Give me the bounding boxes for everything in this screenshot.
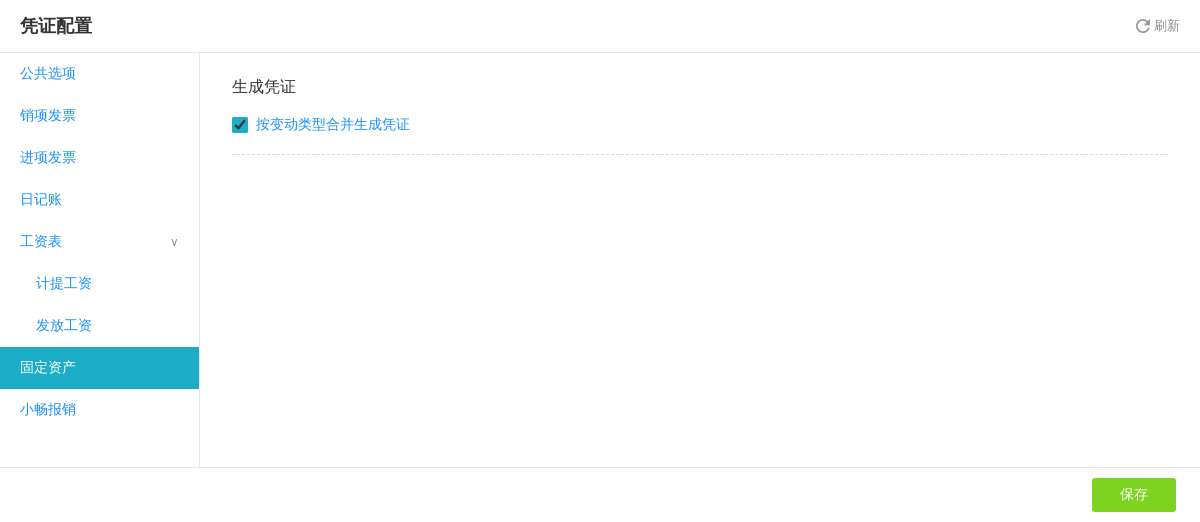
sidebar-item-label: 日记账 bbox=[20, 191, 62, 209]
body-layout: 公共选项销项发票进项发票日记账工资表 ∨ 计提工资发放工资固定资产小畅报销 生成凭证… bbox=[0, 53, 1200, 467]
main-content: 生成凭证 按变动类型合并生成凭证 bbox=[200, 53, 1200, 467]
section-divider bbox=[232, 154, 1168, 155]
merge-checkbox[interactable] bbox=[232, 117, 248, 133]
sidebar: 公共选项销项发票进项发票日记账工资表 ∨ 计提工资发放工资固定资产小畅报销 bbox=[0, 53, 200, 467]
sidebar-item-label: 小畅报销 bbox=[20, 401, 76, 419]
sidebar-item-journal[interactable]: 日记账 bbox=[0, 179, 199, 221]
chevron-down-icon: ∨ bbox=[170, 235, 179, 249]
sidebar-item-label: 进项发票 bbox=[20, 149, 76, 167]
sidebar-item-payroll-table[interactable]: 工资表 ∨ bbox=[0, 221, 199, 263]
sidebar-item-label: 销项发票 bbox=[20, 107, 76, 125]
sidebar-item-calculate-salary[interactable]: 计提工资 bbox=[0, 263, 199, 305]
page-header: 凭证配置 刷新 bbox=[0, 0, 1200, 53]
merge-checkbox-label[interactable]: 按变动类型合并生成凭证 bbox=[256, 116, 410, 134]
sidebar-item-fixed-assets[interactable]: 固定资产 bbox=[0, 347, 199, 389]
checkbox-row: 按变动类型合并生成凭证 bbox=[232, 116, 1168, 134]
sidebar-item-label: 计提工资 bbox=[36, 275, 92, 293]
sidebar-item-distribute-salary[interactable]: 发放工资 bbox=[0, 305, 199, 347]
refresh-label: 刷新 bbox=[1154, 17, 1180, 35]
save-button[interactable]: 保存 bbox=[1092, 478, 1176, 512]
page-title: 凭证配置 bbox=[20, 14, 92, 38]
page-footer: 保存 bbox=[0, 467, 1200, 522]
section-title: 生成凭证 bbox=[232, 77, 1168, 98]
sidebar-item-label: 公共选项 bbox=[20, 65, 76, 83]
sidebar-item-label: 发放工资 bbox=[36, 317, 92, 335]
sidebar-item-expense-report[interactable]: 小畅报销 bbox=[0, 389, 199, 431]
sidebar-item-purchase-invoice[interactable]: 进项发票 bbox=[0, 137, 199, 179]
refresh-button[interactable]: 刷新 bbox=[1136, 17, 1180, 35]
sidebar-item-sales-invoice[interactable]: 销项发票 bbox=[0, 95, 199, 137]
sidebar-item-label: 固定资产 bbox=[20, 359, 76, 377]
sidebar-item-public-options[interactable]: 公共选项 bbox=[0, 53, 199, 95]
refresh-icon bbox=[1136, 19, 1150, 33]
sidebar-item-label: 工资表 bbox=[20, 233, 62, 251]
